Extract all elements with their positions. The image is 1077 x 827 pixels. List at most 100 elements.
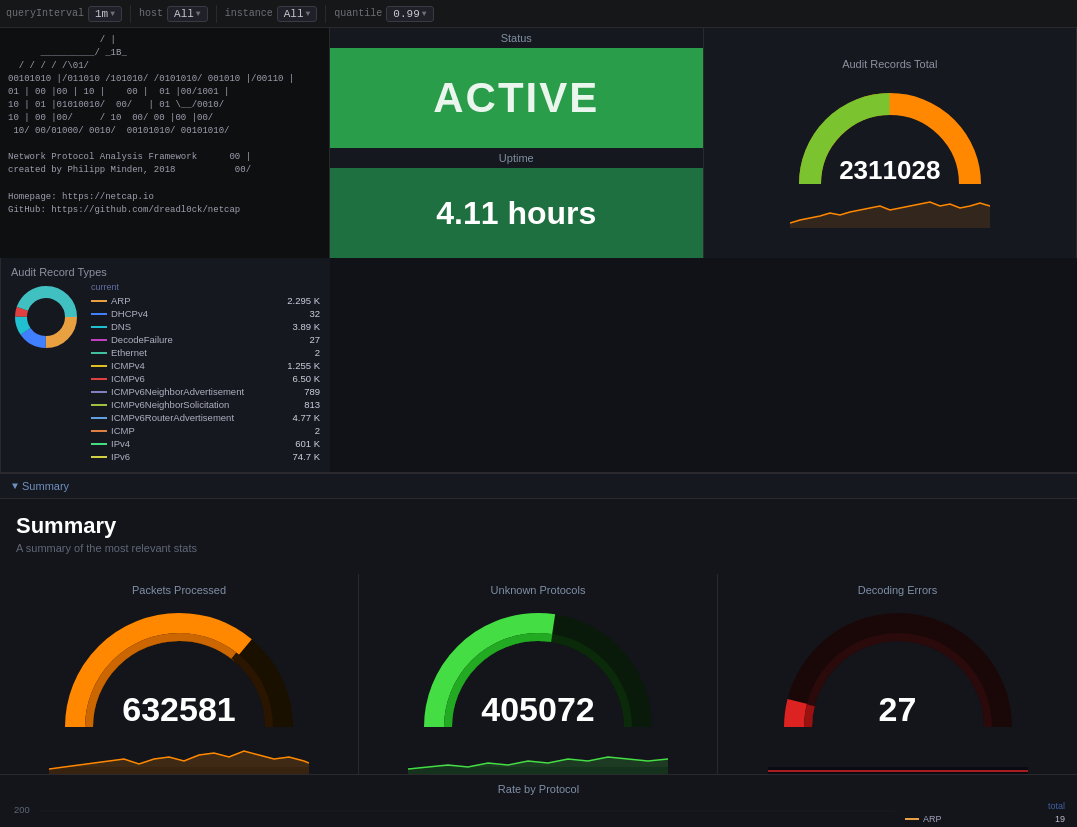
audit-type-value: 32 bbox=[270, 308, 320, 319]
top-bar-instance[interactable]: All ▼ bbox=[277, 6, 318, 22]
audit-type-name: ICMPv6NeighborAdvertisement bbox=[111, 386, 266, 397]
rate-protocol-legend: total ARP 19 DHCPv4 0 DNS 24 DecodeFailu… bbox=[905, 801, 1065, 827]
uptime-label: Uptime bbox=[499, 152, 534, 164]
summary-section: Summary A summary of the most relevant s… bbox=[0, 499, 1077, 574]
gauge-unknown-title: Unknown Protocols bbox=[491, 584, 586, 596]
chevron-down-icon-3: ▼ bbox=[306, 9, 311, 18]
audit-type-row: ICMPv6NeighborSolicitation 813 bbox=[91, 399, 320, 410]
packets-value: 632581 bbox=[122, 690, 235, 729]
top-bar-label-instance: instance bbox=[225, 8, 273, 19]
status-value: ACTIVE bbox=[433, 74, 599, 122]
audit-type-row: DecodeFailure 27 bbox=[91, 334, 320, 345]
gauge-errors-title: Decoding Errors bbox=[858, 584, 937, 596]
audit-type-value: 2.295 K bbox=[270, 295, 320, 306]
chevron-down-icon-4: ▼ bbox=[422, 9, 427, 18]
audit-types-title: Audit Record Types bbox=[11, 266, 320, 278]
top-bar: queryInterval 1m ▼ host All ▼ instance A… bbox=[0, 0, 1077, 28]
audit-type-name: ICMPv6RouterAdvertisement bbox=[111, 412, 266, 423]
audit-color-swatch bbox=[91, 313, 107, 315]
top-bar-label-quantile: quantile bbox=[334, 8, 382, 19]
audit-type-name: Ethernet bbox=[111, 347, 266, 358]
terminal-text: / | __________/ _1B_ / / / / /\01/ 00101… bbox=[8, 34, 321, 217]
summary-title: Summary bbox=[16, 513, 1061, 539]
audit-type-name: ICMPv6 bbox=[111, 373, 266, 384]
audit-color-swatch bbox=[91, 300, 107, 302]
legend-total-header: total bbox=[905, 801, 1065, 811]
summary-collapse-header[interactable]: ▼ Summary bbox=[0, 473, 1077, 499]
audit-type-name: ICMPv4 bbox=[111, 360, 266, 371]
audit-types-panel: Audit Record Types current ARP 2.295 K D… bbox=[0, 258, 330, 472]
audit-color-swatch bbox=[91, 404, 107, 406]
audit-type-row: ICMPv6 6.50 K bbox=[91, 373, 320, 384]
collapse-icon: ▼ bbox=[12, 481, 18, 492]
audit-type-value: 27 bbox=[270, 334, 320, 345]
top-bar-label-host: host bbox=[139, 8, 163, 19]
audit-type-value: 3.89 K bbox=[270, 321, 320, 332]
audit-type-name: DHCPv4 bbox=[111, 308, 266, 319]
uptime-value: 4.11 hours bbox=[436, 195, 596, 232]
audit-type-value: 74.7 K bbox=[270, 451, 320, 462]
audit-records-value: 2311028 bbox=[839, 155, 940, 186]
audit-color-swatch bbox=[91, 430, 107, 432]
rate-by-protocol-section: Rate by Protocol 200 150 100 50 bbox=[0, 775, 1077, 827]
audit-type-row: DNS 3.89 K bbox=[91, 321, 320, 332]
audit-type-row: Ethernet 2 bbox=[91, 347, 320, 358]
audit-color-swatch bbox=[91, 456, 107, 458]
rate-protocol-title: Rate by Protocol bbox=[12, 783, 1065, 795]
audit-donut-area: current ARP 2.295 K DHCPv4 32 DNS 3.89 K… bbox=[11, 282, 320, 464]
audit-rows-container: ARP 2.295 K DHCPv4 32 DNS 3.89 K DecodeF… bbox=[91, 295, 320, 462]
separator-3 bbox=[325, 5, 326, 23]
audit-table-area: current ARP 2.295 K DHCPv4 32 DNS 3.89 K… bbox=[91, 282, 320, 464]
gauge-decoding-errors: Decoding Errors 27 bbox=[718, 574, 1077, 774]
audit-type-value: 6.50 K bbox=[270, 373, 320, 384]
audit-color-swatch bbox=[91, 352, 107, 354]
audit-type-row: IPv4 601 K bbox=[91, 438, 320, 449]
top-bar-queryinterval[interactable]: 1m ▼ bbox=[88, 6, 122, 22]
audit-type-name: DecodeFailure bbox=[111, 334, 266, 345]
audit-color-swatch bbox=[91, 339, 107, 341]
rate-chart-wrapper: 200 150 100 50 22:52 bbox=[12, 801, 1065, 827]
audit-type-row: ICMP 2 bbox=[91, 425, 320, 436]
gauge-row: Packets Processed 632581 Unknown Protoco… bbox=[0, 574, 1077, 775]
status-uptime-panel: Status ACTIVE Uptime 4.11 hours bbox=[330, 28, 704, 258]
audit-donut-chart bbox=[11, 282, 81, 352]
chevron-down-icon: ▼ bbox=[110, 9, 115, 18]
separator-2 bbox=[216, 5, 217, 23]
audit-type-name: DNS bbox=[111, 321, 266, 332]
audit-type-name: ARP bbox=[111, 295, 266, 306]
audit-gauge: 2311028 bbox=[790, 74, 990, 194]
audit-type-value: 601 K bbox=[270, 438, 320, 449]
audit-type-name: IPv4 bbox=[111, 438, 266, 449]
audit-type-value: 4.77 K bbox=[270, 412, 320, 423]
terminal-panel: / | __________/ _1B_ / / / / /\01/ 00101… bbox=[0, 28, 330, 258]
audit-records-title: Audit Records Total bbox=[842, 58, 937, 70]
svg-text:200: 200 bbox=[14, 805, 30, 815]
separator bbox=[130, 5, 131, 23]
summary-subtitle: A summary of the most relevant stats bbox=[16, 542, 1061, 554]
audit-type-value: 2 bbox=[270, 347, 320, 358]
unknown-value: 405072 bbox=[481, 690, 594, 729]
audit-type-name: IPv6 bbox=[111, 451, 266, 462]
audit-color-swatch bbox=[91, 443, 107, 445]
audit-color-swatch bbox=[91, 378, 107, 380]
audit-color-swatch bbox=[91, 417, 107, 419]
rate-legend-rows: ARP 19 DHCPv4 0 DNS 24 DecodeFailure 0 E… bbox=[905, 814, 1065, 827]
gauge-packets-processed: Packets Processed 632581 bbox=[0, 574, 359, 774]
audit-type-row: DHCPv4 32 bbox=[91, 308, 320, 319]
gauge-unknown-protocols: Unknown Protocols 405072 bbox=[359, 574, 718, 774]
audit-type-row: ICMPv4 1.255 K bbox=[91, 360, 320, 371]
legend-color-swatch bbox=[905, 818, 919, 820]
audit-color-swatch bbox=[91, 391, 107, 393]
top-bar-host[interactable]: All ▼ bbox=[167, 6, 208, 22]
audit-color-swatch bbox=[91, 326, 107, 328]
summary-header-text: Summary bbox=[22, 480, 69, 492]
audit-type-value: 813 bbox=[270, 399, 320, 410]
audit-type-value: 789 bbox=[270, 386, 320, 397]
audit-type-name: ICMPv6NeighborSolicitation bbox=[111, 399, 266, 410]
status-label: Status bbox=[501, 32, 532, 44]
audit-color-swatch bbox=[91, 365, 107, 367]
gauge-packets-title: Packets Processed bbox=[132, 584, 226, 596]
errors-gauge: 27 bbox=[778, 602, 1018, 737]
top-bar-quantile[interactable]: 0.99 ▼ bbox=[386, 6, 433, 22]
top-bar-label-queryinterval: queryInterval bbox=[6, 8, 84, 19]
